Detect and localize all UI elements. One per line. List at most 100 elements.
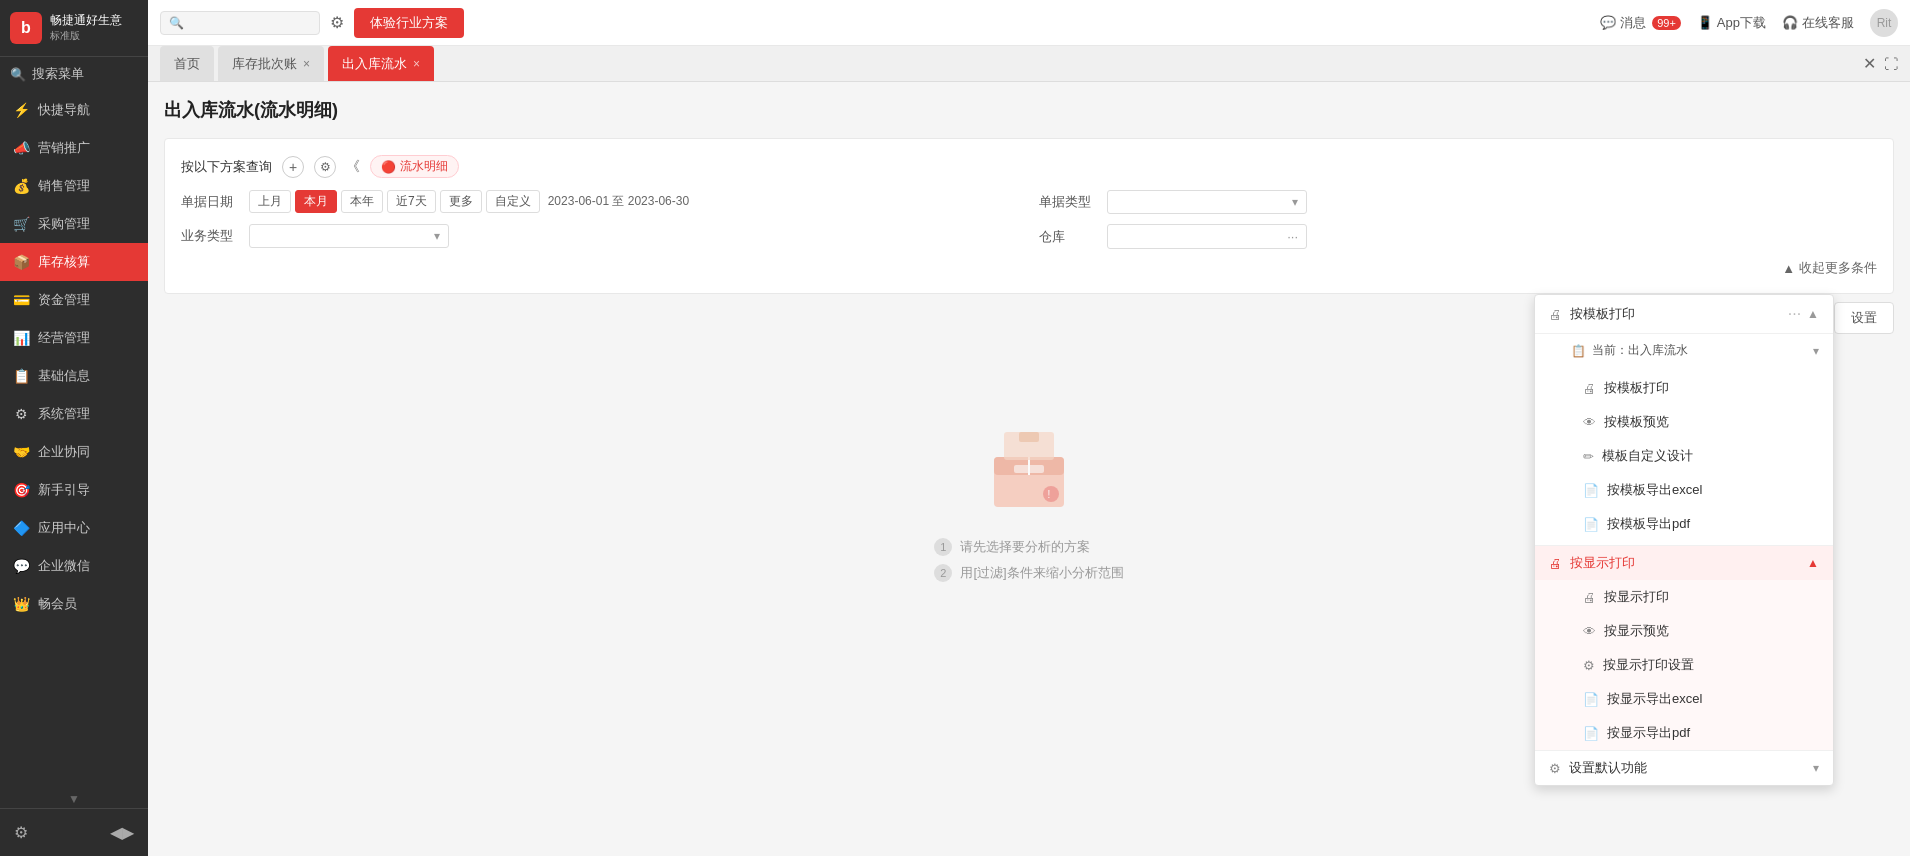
message-label: 消息 [1620,14,1646,32]
download-icon: 📱 [1697,15,1713,30]
date-range-text: 2023-06-01 至 2023-06-30 [548,193,689,210]
doctype-arrow-icon: ▾ [1292,195,1298,209]
user-profile[interactable]: Rit [1870,9,1898,37]
online-service-label: 在线客服 [1802,14,1854,32]
topbar-search[interactable]: 🔍 [160,11,320,35]
filter-settings-button[interactable]: ⚙ [314,156,336,178]
sidebar-item-finance[interactable]: 💳 资金管理 [0,281,148,319]
topbar-right: 💬 消息 99+ 📱 App下载 🎧 在线客服 Rit [1600,9,1898,37]
filter-collapse-button[interactable]: 《 [346,158,360,176]
date-btn-custom[interactable]: 自定义 [486,190,540,213]
page-title: 出入库流水(流水明细) [164,98,1894,122]
dropdown-template-preview[interactable]: 👁 按模板预览 [1535,405,1833,439]
tab-inventory-batch-close[interactable]: × [303,57,310,71]
tab-home[interactable]: 首页 [160,46,214,81]
display-section-items: 🖨 按显示打印 👁 按显示预览 ⚙ 按显示打印设置 📄 [1535,580,1833,750]
dropdown-display-export-excel[interactable]: 📄 按显示导出excel [1535,682,1833,716]
template-pdf-icon: 📄 [1583,517,1599,532]
sidebar-item-marketing[interactable]: 📣 营销推广 [0,129,148,167]
sales-icon: 💰 [12,178,30,194]
display-pdf-icon: 📄 [1583,726,1599,741]
dropdown-header[interactable]: 🖨 按模板打印 ··· ▲ [1535,295,1833,334]
dropdown-template-export-pdf[interactable]: 📄 按模板导出pdf [1535,507,1833,541]
sidebar-label-member: 畅会员 [38,595,77,613]
sidebar-label-inventory: 库存核算 [38,253,90,271]
dropdown-current-sub[interactable]: 📋 当前：出入库流水 ▾ [1535,334,1833,367]
tab-inout-flow[interactable]: 出入库流水 × [328,46,434,81]
sidebar-item-quick-nav[interactable]: ⚡ 快捷导航 [0,91,148,129]
purchase-icon: 🛒 [12,216,30,232]
sidebar-item-newbie[interactable]: 🎯 新手引导 [0,471,148,509]
sidebar-label-enterprise: 企业协同 [38,443,90,461]
sidebar-item-enterprise-wechat[interactable]: 💬 企业微信 [0,547,148,585]
dropdown-display-print[interactable]: 🖨 按显示打印 [1535,580,1833,614]
topbar-search-icon: 🔍 [169,16,184,30]
date-btn-this-year[interactable]: 本年 [341,190,383,213]
sidebar-item-app-center[interactable]: 🔷 应用中心 [0,509,148,547]
tab-inventory-batch[interactable]: 库存批次账 × [218,46,324,81]
date-btn-this-month[interactable]: 本月 [295,190,337,213]
inventory-icon: 📦 [12,254,30,270]
template-section: 🖨 按模板打印 👁 按模板预览 ✏ 模板自定义设计 📄 按模板导出excel [1535,367,1833,545]
date-btn-7days[interactable]: 近7天 [387,190,436,213]
topbar-message[interactable]: 💬 消息 99+ [1600,14,1681,32]
industry-solution-button[interactable]: 体验行业方案 [354,8,464,38]
sidebar-label-marketing: 营销推广 [38,139,90,157]
dropdown-display-print-settings[interactable]: ⚙ 按显示打印设置 [1535,648,1833,682]
date-field-value: 上月 本月 本年 近7天 更多 自定义 2023-06-01 至 2023-06… [249,190,1019,213]
dropdown-template-custom[interactable]: ✏ 模板自定义设计 [1535,439,1833,473]
dropdown-display-export-pdf[interactable]: 📄 按显示导出pdf [1535,716,1833,750]
sidebar-settings-btn[interactable]: ⚙ [10,819,32,846]
collapse-label: 收起更多条件 [1799,259,1877,277]
collapse-more-button[interactable]: ▲ 收起更多条件 [1782,259,1877,277]
sidebar-item-inventory[interactable]: 📦 库存核算 [0,243,148,281]
sidebar-item-enterprise[interactable]: 🤝 企业协同 [0,433,148,471]
doctype-select[interactable]: ▾ [1107,190,1307,214]
search-label: 搜索菜单 [32,65,84,83]
sidebar-item-basic[interactable]: 📋 基础信息 [0,357,148,395]
template-print-dropdown: 🖨 按模板打印 ··· ▲ 📋 当前：出入库流水 ▾ [1534,294,1834,786]
sidebar-item-purchase[interactable]: 🛒 采购管理 [0,205,148,243]
dropdown-footer[interactable]: ⚙ 设置默认功能 ▾ [1535,750,1833,785]
sidebar-item-operation[interactable]: 📊 经营管理 [0,319,148,357]
finance-icon: 💳 [12,292,30,308]
sidebar-item-member[interactable]: 👑 畅会员 [0,585,148,623]
filter-add-button[interactable]: + [282,156,304,178]
topbar-app-download[interactable]: 📱 App下载 [1697,14,1766,32]
sidebar-item-system[interactable]: ⚙ 系统管理 [0,395,148,433]
tab-maximize-btn[interactable]: ⛶ [1884,56,1898,72]
filter-row-1: 单据日期 上月 本月 本年 近7天 更多 自定义 2023-06-01 至 20… [181,190,1877,214]
business-select[interactable]: ▾ [249,224,449,248]
date-label: 单据日期 [181,193,241,211]
topbar-settings-icon[interactable]: ⚙ [330,13,344,32]
marketing-icon: 📣 [12,140,30,156]
footer-label: 设置默认功能 [1569,759,1647,777]
tab-inout-flow-close[interactable]: × [413,57,420,71]
settings-button[interactable]: 设置 [1834,302,1894,334]
enterprise-icon: 🤝 [12,444,30,460]
system-icon: ⚙ [12,406,30,422]
tip-text-1: 请先选择要分析的方案 [960,538,1090,556]
filter-tag[interactable]: 🔴 流水明细 [370,155,459,178]
sidebar-collapse-btn[interactable]: ◀▶ [106,819,138,846]
date-btn-last-month[interactable]: 上月 [249,190,291,213]
display-section-header[interactable]: 🖨 按显示打印 ▲ [1535,546,1833,580]
sidebar-scroll-down[interactable]: ▼ [0,790,148,808]
display-preview-icon: 👁 [1583,624,1596,639]
display-settings-icon: ⚙ [1583,658,1595,673]
dropdown-footer-left: ⚙ 设置默认功能 [1549,759,1647,777]
dropdown-template-export-excel[interactable]: 📄 按模板导出excel [1535,473,1833,507]
dropdown-template-print[interactable]: 🖨 按模板打印 [1535,371,1833,405]
topbar-online-service[interactable]: 🎧 在线客服 [1782,14,1854,32]
display-print-icon: 🖨 [1583,590,1596,605]
sidebar-search[interactable]: 🔍 搜索菜单 [0,57,148,91]
sidebar-item-sales[interactable]: 💰 销售管理 [0,167,148,205]
display-section-label: 按显示打印 [1570,554,1635,572]
tab-close-all-btn[interactable]: ✕ [1863,54,1876,73]
sidebar-nav: ⚡ 快捷导航 📣 营销推广 💰 销售管理 🛒 采购管理 📦 库存核算 💳 资金管… [0,91,148,790]
date-btn-more[interactable]: 更多 [440,190,482,213]
dropdown-display-preview[interactable]: 👁 按显示预览 [1535,614,1833,648]
warehouse-select[interactable]: ··· [1107,224,1307,249]
app-center-icon: 🔷 [12,520,30,536]
quick-nav-icon: ⚡ [12,102,30,118]
